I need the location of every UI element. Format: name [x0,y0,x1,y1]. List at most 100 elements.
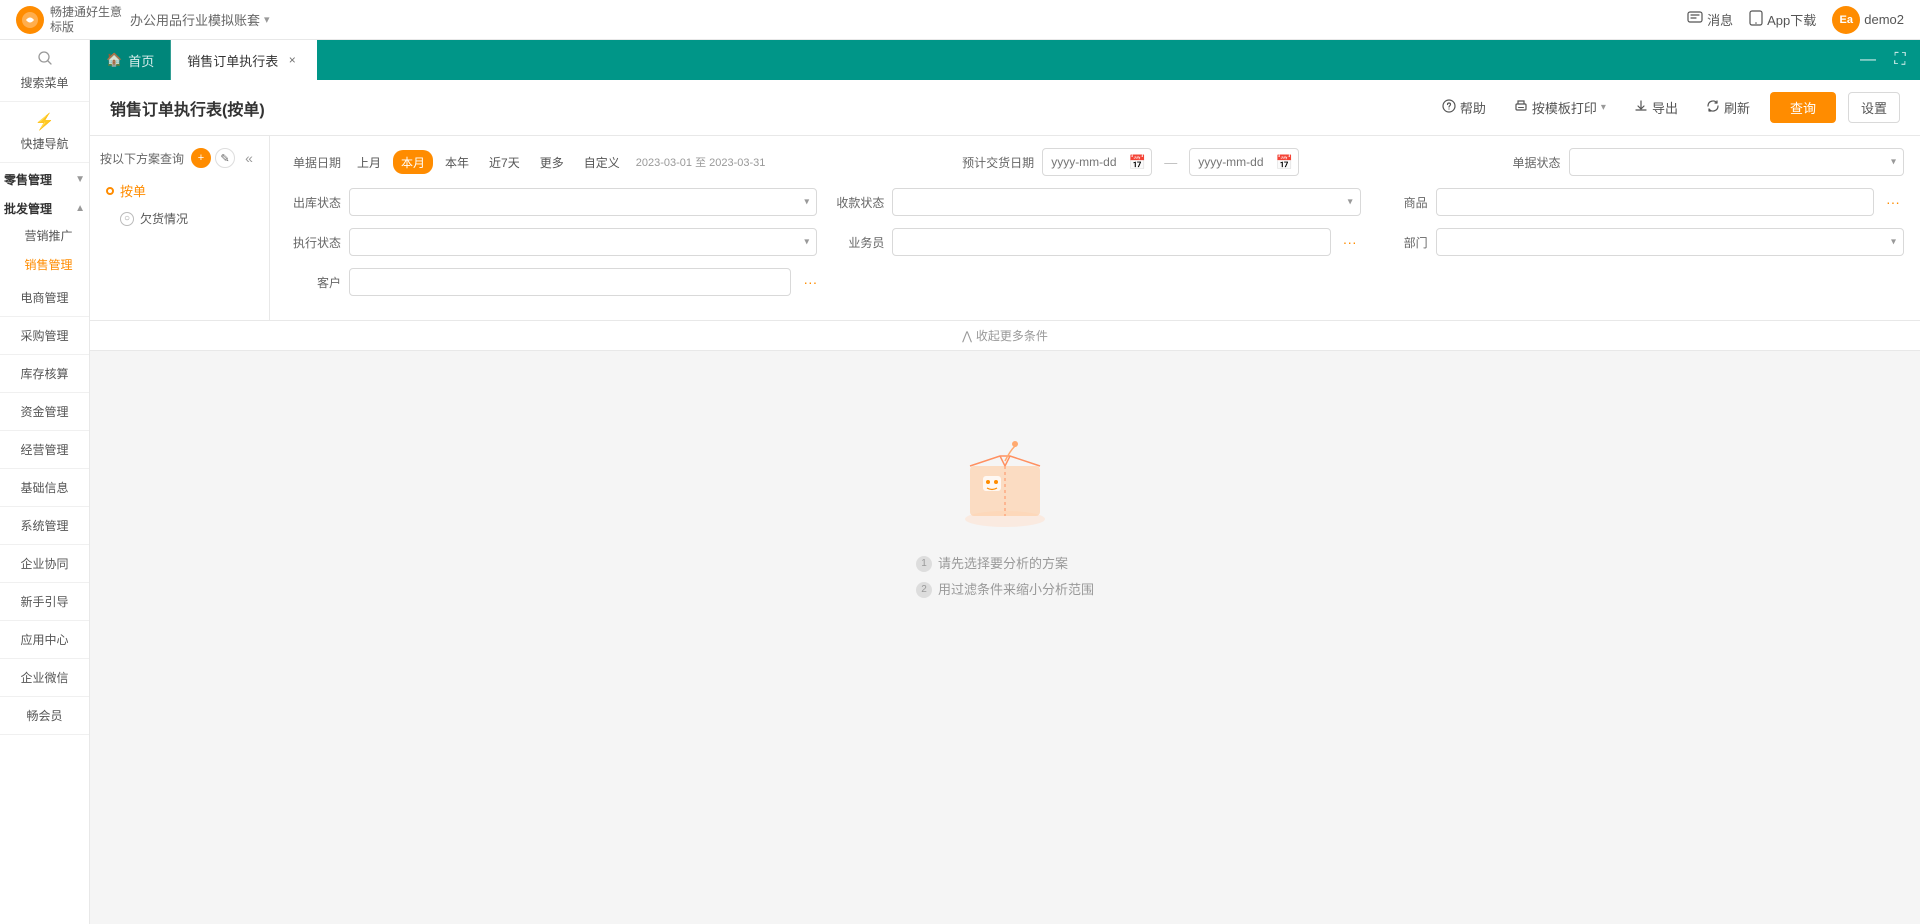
print-dropdown-icon: ▾ [1601,102,1606,113]
tip-item-1: 1 请先选择要分析的方案 [916,551,1094,577]
export-btn[interactable]: 导出 [1626,94,1686,121]
sidebar-item-purchase[interactable]: 采购管理 [0,317,89,355]
sidebar-item-finance[interactable]: 资金管理 [0,393,89,431]
sidebar-item-search[interactable]: 搜索菜单 [0,40,89,102]
ship-status-group: 出库状态 ▾ [286,188,817,216]
dept-select[interactable] [1436,228,1904,256]
exec-status-select-wrap: ▾ [349,228,817,256]
expected-date-start[interactable] [1042,148,1152,176]
purchase-label: 采购管理 [20,327,68,344]
sidebar-sub-marketing[interactable]: 营销推广 [8,221,89,250]
sidebar-item-member[interactable]: 畅会员 [0,697,89,735]
sidebar-item-newbie[interactable]: 新手引导 [0,583,89,621]
scheme-collapse-btn[interactable]: « [239,148,259,168]
date-year-btn[interactable]: 本年 [437,150,477,174]
customer-dots[interactable]: ··· [799,274,821,290]
breadcrumb-arrow: ▾ [264,13,270,26]
quick-nav-icon: ⚡ [35,112,55,132]
customer-input[interactable] [349,268,791,296]
tab-maximize-btn[interactable]: ⛶ [1888,48,1912,72]
wholesale-arrow: ▲ [75,203,85,214]
goods-dots[interactable]: ··· [1882,194,1904,210]
help-btn[interactable]: 帮助 [1434,94,1494,121]
sidebar-item-inventory[interactable]: 库存核算 [0,355,89,393]
bill-status-group: 单据状态 ▾ [1506,148,1905,176]
tab-close-icon[interactable]: × [284,52,300,68]
shortage-icon: ○ [120,212,134,226]
salesman-dots[interactable]: ··· [1339,234,1361,250]
sidebar-item-wholesale[interactable]: 批发管理 ▲ [0,192,89,221]
sidebar-item-wechat[interactable]: 企业微信 [0,659,89,697]
refresh-icon [1706,99,1720,116]
sales-label: 销售管理 [24,256,72,273]
search-btn[interactable]: 查询 [1770,92,1836,123]
filter-panel: 按以下方案查询 + ✎ « 按单 ○ 欠货情况 [90,136,1920,321]
empty-state: 1 请先选择要分析的方案 2 用过滤条件来缩小分析范围 [90,351,1920,683]
breadcrumb[interactable]: 办公用品行业模拟账套 ▾ [130,10,270,29]
sidebar-item-operation[interactable]: 经营管理 [0,431,89,469]
ship-status-select[interactable] [349,188,817,216]
filter-row-2: 出库状态 ▾ 收款状态 [286,188,1904,216]
enterprise-label: 企业协同 [20,555,68,572]
app-center-label: 应用中心 [20,631,68,648]
sidebar-item-app-center[interactable]: 应用中心 [0,621,89,659]
bill-status-label: 单据状态 [1506,154,1561,171]
date-current-btn[interactable]: 本月 [393,150,433,174]
tab-sales-order[interactable]: 销售订单执行表 × [171,40,317,80]
refresh-btn[interactable]: 刷新 [1698,94,1758,121]
sidebar-item-retail[interactable]: 零售管理 ▼ [0,163,89,192]
member-label: 畅会员 [26,707,62,724]
expected-date-label: 预计交货日期 [962,154,1034,171]
sidebar-sub-sales[interactable]: 销售管理 [8,250,89,279]
customer-group: 客户 ··· [286,268,821,296]
settings-btn[interactable]: 设置 [1848,92,1900,123]
tip-num-1: 1 [916,556,932,572]
sidebar-item-ecommerce[interactable]: 电商管理 [0,279,89,317]
scheme-add-btn[interactable]: + [191,148,211,168]
goods-group: 商品 ··· [1373,188,1904,216]
filter-row-3: 执行状态 ▾ 业务员 ··· [286,228,1904,256]
bill-status-select[interactable] [1569,148,1905,176]
message-btn[interactable]: 消息 [1687,10,1733,29]
page-header: 销售订单执行表(按单) 帮助 按模板打印 ▾ [90,80,1920,136]
finance-label: 资金管理 [20,403,68,420]
content-area: 🏠 首页 销售订单执行表 × — ⛶ 销售订单执行表(按单) [90,40,1920,924]
empty-icon [945,431,1065,531]
app-download-btn[interactable]: App下载 [1749,10,1816,29]
print-btn[interactable]: 按模板打印 ▾ [1506,94,1614,121]
scheme-edit-btn[interactable]: ✎ [215,148,235,168]
dept-group: 部门 ▾ [1373,228,1904,256]
ship-status-select-wrap: ▾ [349,188,817,216]
payment-status-select[interactable] [892,188,1360,216]
salesman-input[interactable] [892,228,1330,256]
tab-minimize-btn[interactable]: — [1856,48,1880,72]
date-7days-btn[interactable]: 近7天 [481,150,528,174]
sidebar-item-enterprise[interactable]: 企业协同 [0,545,89,583]
avatar: Ea [1832,6,1860,34]
scheme-title: 按以下方案查询 [100,150,184,167]
tab-home[interactable]: 🏠 首页 [90,40,171,80]
goods-input[interactable] [1436,188,1874,216]
collapse-bar[interactable]: ⋀ 收起更多条件 [90,321,1920,351]
expected-date-end[interactable] [1189,148,1299,176]
date-custom-btn[interactable]: 自定义 [576,150,628,174]
scheme-title-row: 按以下方案查询 + ✎ « [100,148,259,168]
page-header-actions: 帮助 按模板打印 ▾ 导出 [1434,92,1900,123]
print-icon [1514,99,1528,116]
ecommerce-label: 电商管理 [20,289,68,306]
payment-status-label: 收款状态 [829,194,884,211]
sidebar-item-system[interactable]: 系统管理 [0,507,89,545]
scheme-item-order[interactable]: 按单 [100,176,259,205]
date-prev-btn[interactable]: 上月 [349,150,389,174]
wechat-label: 企业微信 [20,669,68,686]
date-more-btn[interactable]: 更多 [532,150,572,174]
sidebar-item-quick-nav[interactable]: ⚡ 快捷导航 [0,102,89,163]
sidebar-item-basic[interactable]: 基础信息 [0,469,89,507]
exec-status-select[interactable] [349,228,817,256]
scheme-sub-item-shortage[interactable]: ○ 欠货情况 [100,205,259,232]
export-icon [1634,99,1648,116]
tip-text-2: 用过滤条件来缩小分析范围 [938,577,1094,603]
sidebar: 搜索菜单 ⚡ 快捷导航 零售管理 ▼ 批发管理 ▲ 营销推广 销售管理 电商管理… [0,40,90,924]
user-area[interactable]: Ea demo2 [1832,6,1904,34]
expected-date-end-wrap: 📅 [1189,148,1299,176]
